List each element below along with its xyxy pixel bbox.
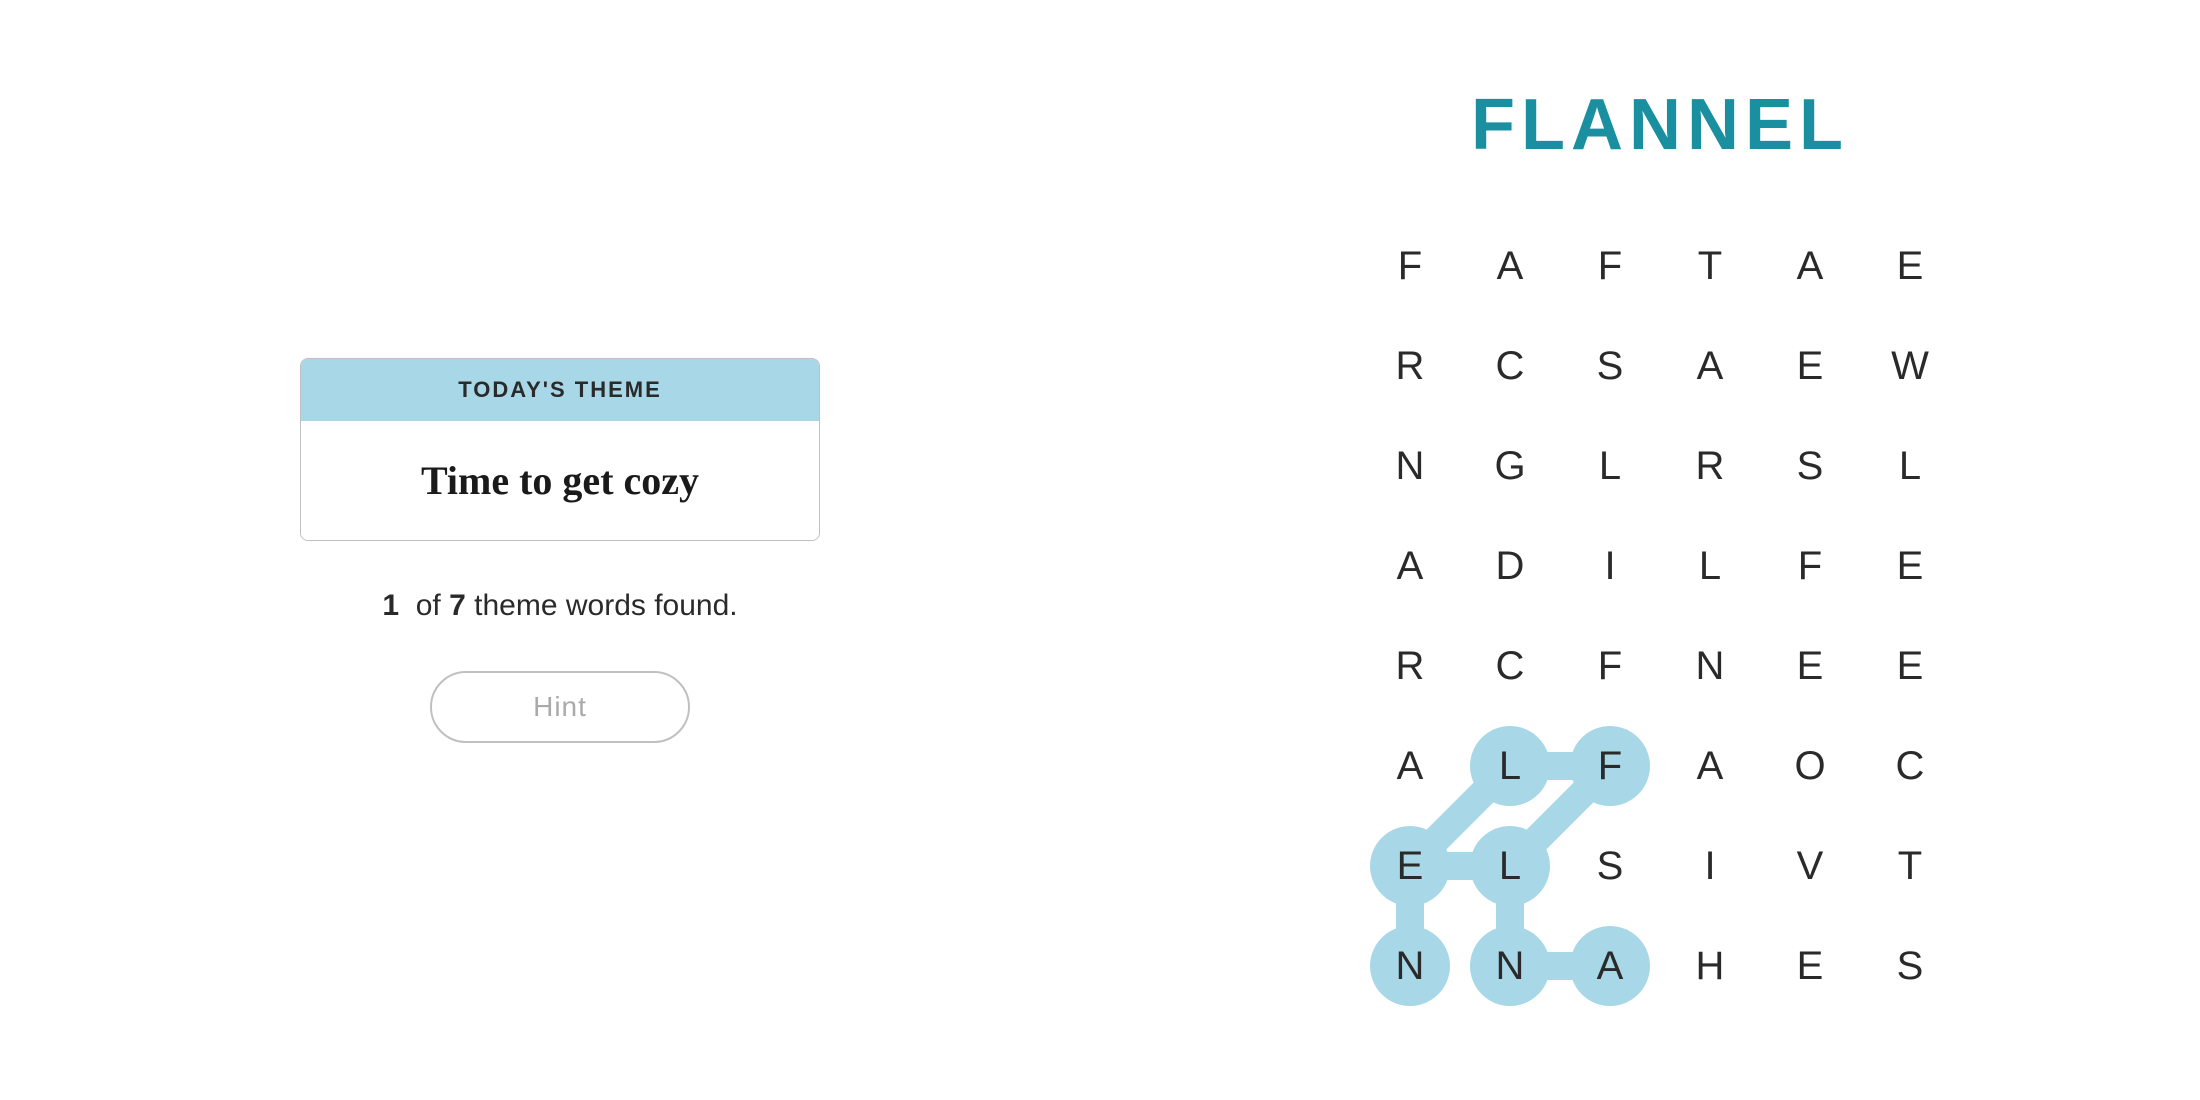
grid-cell[interactable]: E [1360,816,1460,916]
grid-cell[interactable]: F [1560,716,1660,816]
grid-cell[interactable]: A [1660,716,1760,816]
grid-cell[interactable]: N [1660,616,1760,716]
grid-cell[interactable]: A [1760,216,1860,316]
grid-cell[interactable]: F [1360,216,1460,316]
grid-cell[interactable]: E [1860,516,1960,616]
grid-container: FAFTAERCSAEWNGLRSLADILFERCFNEEALFAOCELSI… [1360,216,1960,1016]
grid-cell[interactable]: E [1860,216,1960,316]
grid-cell[interactable]: S [1760,416,1860,516]
theme-card-header: TODAY'S THEME [301,359,819,421]
grid-cell[interactable]: E [1760,616,1860,716]
grid-cell[interactable]: G [1460,416,1560,516]
grid-cell[interactable]: V [1760,816,1860,916]
grid-cell[interactable]: N [1460,916,1560,1016]
grid-cell[interactable]: L [1660,516,1760,616]
grid-cell[interactable]: I [1560,516,1660,616]
puzzle-title: FLANNEL [1471,84,1849,166]
words-found-total: 7 [449,589,466,622]
grid-cell[interactable]: W [1860,316,1960,416]
grid-cell[interactable]: H [1660,916,1760,1016]
highlighted-cell[interactable]: L [1470,726,1550,806]
left-panel: TODAY'S THEME Time to get cozy 1 of 7 th… [0,298,1120,803]
highlighted-cell[interactable]: A [1570,926,1650,1006]
theme-card: TODAY'S THEME Time to get cozy [300,358,820,541]
grid-cell[interactable]: E [1760,916,1860,1016]
grid-cell[interactable]: D [1460,516,1560,616]
grid-cell[interactable]: R [1360,316,1460,416]
main-container: TODAY'S THEME Time to get cozy 1 of 7 th… [0,0,2200,1100]
grid-cell[interactable]: L [1460,816,1560,916]
grid-cell[interactable]: E [1760,316,1860,416]
highlighted-cell[interactable]: E [1370,826,1450,906]
grid-cell[interactable]: A [1360,516,1460,616]
grid-cell[interactable]: F [1560,616,1660,716]
letter-grid: FAFTAERCSAEWNGLRSLADILFERCFNEEALFAOCELSI… [1360,216,1960,1016]
grid-cell[interactable]: S [1560,316,1660,416]
hint-button[interactable]: Hint [430,671,690,743]
theme-card-body: Time to get cozy [301,421,819,540]
grid-cell[interactable]: F [1760,516,1860,616]
grid-cell[interactable]: S [1860,916,1960,1016]
grid-cell[interactable]: L [1860,416,1960,516]
grid-cell[interactable]: I [1660,816,1760,916]
grid-cell[interactable]: N [1360,416,1460,516]
words-found: 1 of 7 theme words found. [382,589,737,623]
highlighted-cell[interactable]: N [1370,926,1450,1006]
grid-cell[interactable]: R [1660,416,1760,516]
highlighted-cell[interactable]: F [1570,726,1650,806]
grid-cell[interactable]: T [1660,216,1760,316]
grid-cell[interactable]: C [1460,616,1560,716]
grid-cell[interactable]: E [1860,616,1960,716]
highlighted-cell[interactable]: L [1470,826,1550,906]
grid-cell[interactable]: L [1460,716,1560,816]
grid-cell[interactable]: C [1860,716,1960,816]
grid-cell[interactable]: F [1560,216,1660,316]
grid-cell[interactable]: A [1460,216,1560,316]
grid-cell[interactable]: C [1460,316,1560,416]
grid-cell[interactable]: S [1560,816,1660,916]
grid-cell[interactable]: O [1760,716,1860,816]
theme-text: Time to get cozy [421,458,699,503]
words-found-current: 1 [382,589,399,622]
grid-cell[interactable]: R [1360,616,1460,716]
grid-cell[interactable]: L [1560,416,1660,516]
grid-cell[interactable]: A [1660,316,1760,416]
words-found-suffix: theme words found. [474,589,737,622]
highlighted-cell[interactable]: N [1470,926,1550,1006]
grid-cell[interactable]: N [1360,916,1460,1016]
right-panel: FLANNEL FAFTAERCSAEWNGLRSLADILFER [1120,44,2200,1056]
grid-cell[interactable]: T [1860,816,1960,916]
words-found-of: of [416,589,441,622]
grid-cell[interactable]: A [1560,916,1660,1016]
grid-cell[interactable]: A [1360,716,1460,816]
